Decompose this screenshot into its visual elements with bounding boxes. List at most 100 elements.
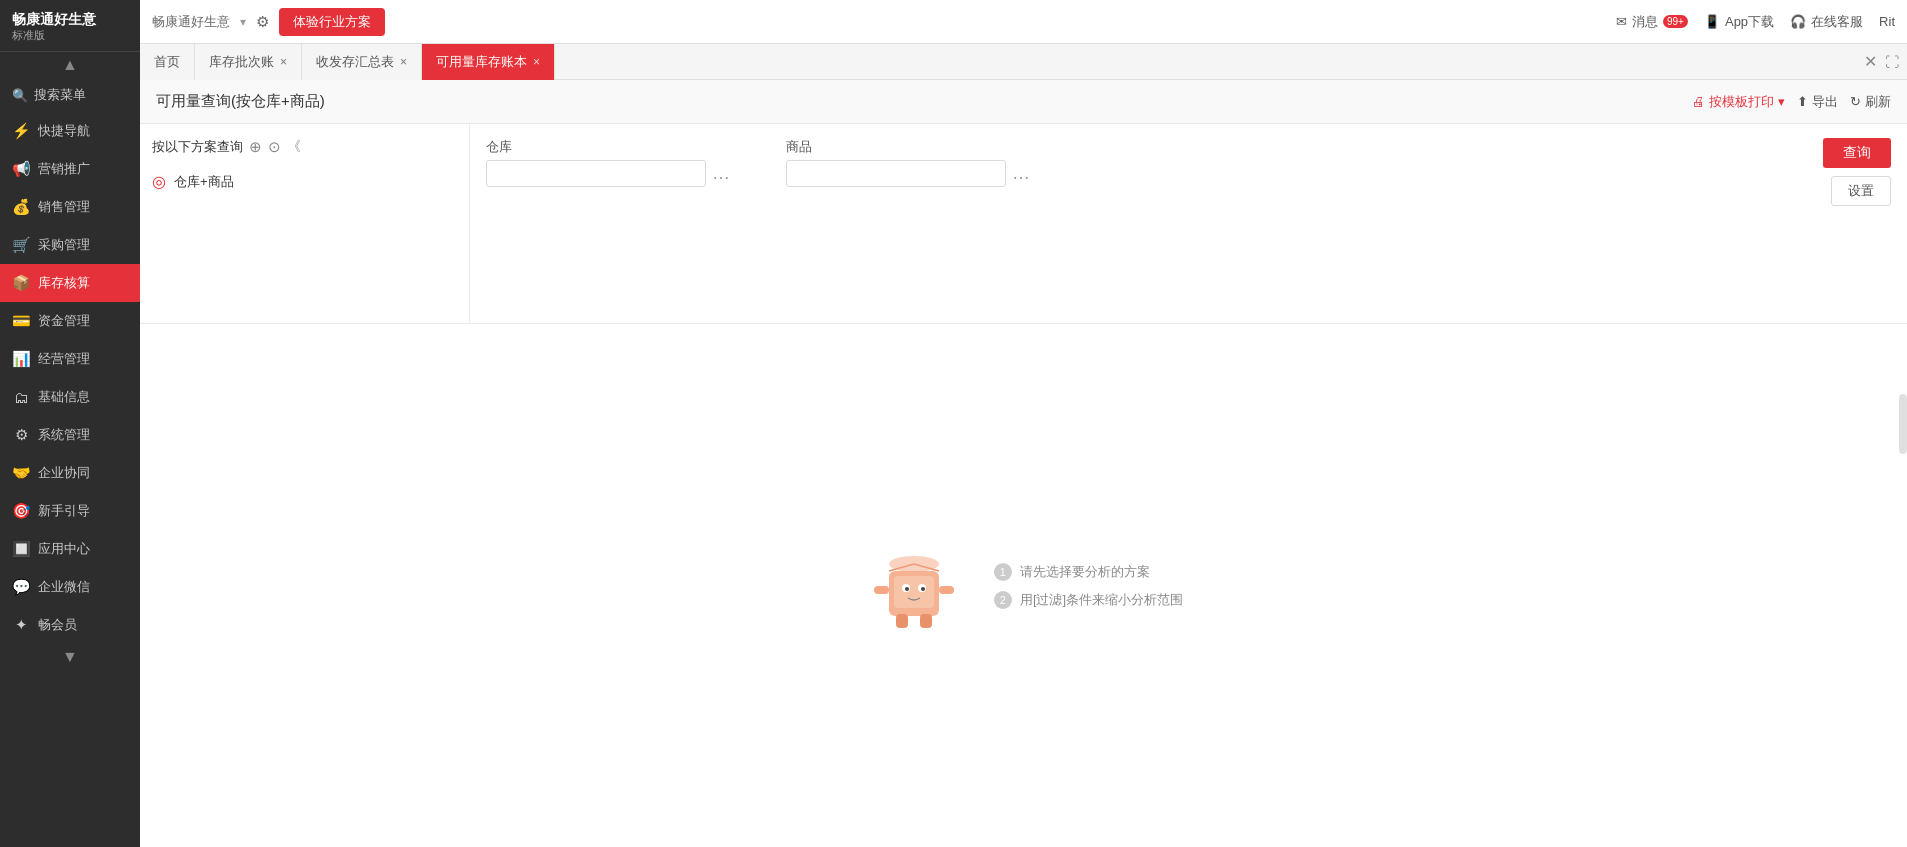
brand-name: 畅康通好生意 — [12, 10, 128, 28]
empty-tip-2: 2 用[过滤]条件来缩小分析范围 — [994, 591, 1183, 609]
sidebar-item-label: 经营管理 — [38, 350, 90, 368]
search-label: 搜索菜单 — [34, 86, 86, 104]
scheme-add-icon[interactable]: ⊕ — [249, 138, 262, 156]
right-scroll-indicator[interactable] — [1899, 394, 1907, 454]
message-btn[interactable]: ✉ 消息 99+ — [1616, 13, 1688, 31]
search-icon: 🔍 — [12, 88, 28, 103]
sidebar-item-weixin[interactable]: 💬 企业微信 — [0, 568, 140, 606]
tabs-bar-right: ✕ ⛶ — [1864, 52, 1907, 71]
sidebar-scroll-down[interactable]: ▼ — [0, 644, 140, 670]
sidebar-item-label: 营销推广 — [38, 160, 90, 178]
svg-rect-1 — [894, 576, 934, 608]
sidebar-item-operations[interactable]: 📊 经营管理 — [0, 340, 140, 378]
sidebar-item-purchase[interactable]: 🛒 采购管理 — [0, 226, 140, 264]
mobile-icon: 📱 — [1704, 14, 1720, 29]
quick-nav-icon: ⚡ — [12, 122, 30, 140]
export-btn[interactable]: ⬆ 导出 — [1797, 93, 1838, 111]
operations-icon: 📊 — [12, 350, 30, 368]
tab-collect-summary-label: 收发存汇总表 — [316, 53, 394, 71]
main-content-body: 按以下方案查询 ⊕ ⊙ 《 ◎ 仓库+商品 仓库 — [140, 124, 1907, 847]
sidebar-item-quick-nav[interactable]: ⚡ 快捷导航 — [0, 112, 140, 150]
sidebar-item-sales[interactable]: 💰 销售管理 — [0, 188, 140, 226]
tabs-bar: 首页 库存批次账 × 收发存汇总表 × 可用量库存账本 × ✕ ⛶ — [140, 44, 1907, 80]
headset-icon: 🎧 — [1790, 14, 1806, 29]
sidebar-item-basic[interactable]: 🗂 基础信息 — [0, 378, 140, 416]
sidebar-item-appstore[interactable]: 🔲 应用中心 — [0, 530, 140, 568]
sidebar-item-label: 企业协同 — [38, 464, 90, 482]
trial-btn[interactable]: 体验行业方案 — [279, 8, 385, 36]
sidebar-item-system[interactable]: ⚙ 系统管理 — [0, 416, 140, 454]
tip-text-1: 请先选择要分析的方案 — [1020, 563, 1150, 581]
purchase-icon: 🛒 — [12, 236, 30, 254]
tip-num-2: 2 — [994, 591, 1012, 609]
online-service-btn[interactable]: 🎧 在线客服 — [1790, 13, 1863, 31]
sidebar-item-label: 销售管理 — [38, 198, 90, 216]
scheme-panel: 按以下方案查询 ⊕ ⊙ 《 ◎ 仓库+商品 — [140, 124, 470, 323]
user-label[interactable]: Rit — [1879, 14, 1895, 29]
sidebar-item-label: 资金管理 — [38, 312, 90, 330]
sidebar-item-finance[interactable]: 💳 资金管理 — [0, 302, 140, 340]
sidebar-item-label: 畅会员 — [38, 616, 77, 634]
tab-collect-summary[interactable]: 收发存汇总表 × — [302, 44, 422, 80]
tab-available-ledger[interactable]: 可用量库存账本 × — [422, 44, 555, 80]
sidebar-item-label: 系统管理 — [38, 426, 90, 444]
filter-fields: 仓库 … 商品 … — [470, 124, 1807, 323]
tabs-expand-icon[interactable]: ⛶ — [1885, 54, 1899, 70]
message-badge: 99+ — [1663, 15, 1688, 28]
sidebar-item-enterprise[interactable]: 🤝 企业协同 — [0, 454, 140, 492]
goods-filter-label: 商品 — [786, 138, 1066, 156]
sidebar-scroll-up[interactable]: ▲ — [0, 52, 140, 78]
app-download-label: App下载 — [1725, 13, 1774, 31]
query-buttons: 查询 设置 — [1807, 124, 1907, 323]
sidebar-item-label: 应用中心 — [38, 540, 90, 558]
empty-tip-1: 1 请先选择要分析的方案 — [994, 563, 1183, 581]
scheme-item-warehouse-goods[interactable]: ◎ 仓库+商品 — [140, 164, 469, 199]
goods-more-icon[interactable]: … — [1010, 161, 1032, 186]
basic-icon: 🗂 — [12, 388, 30, 406]
goods-filter-group: 商品 … — [786, 138, 1066, 187]
app-download-btn[interactable]: 📱 App下载 — [1704, 13, 1774, 31]
sidebar-item-vip[interactable]: ✦ 畅会员 — [0, 606, 140, 644]
sidebar-item-newbie[interactable]: 🎯 新手引导 — [0, 492, 140, 530]
svg-rect-8 — [896, 614, 908, 628]
tab-available-ledger-label: 可用量库存账本 — [436, 53, 527, 71]
system-icon: ⚙ — [12, 426, 30, 444]
export-icon: ⬆ — [1797, 94, 1808, 109]
goods-input[interactable] — [786, 160, 1006, 187]
sidebar-item-label: 新手引导 — [38, 502, 90, 520]
sidebar-item-label: 采购管理 — [38, 236, 90, 254]
sidebar-item-inventory[interactable]: 📦 库存核算 — [0, 264, 140, 302]
warehouse-more-icon[interactable]: … — [710, 161, 732, 186]
scheme-collapse-icon[interactable]: 《 — [287, 138, 301, 156]
settings-btn[interactable]: 设置 — [1831, 176, 1891, 206]
tabs-close-all-icon[interactable]: ✕ — [1864, 52, 1877, 71]
refresh-btn[interactable]: ↻ 刷新 — [1850, 93, 1891, 111]
enterprise-icon: 🤝 — [12, 464, 30, 482]
workspace-chevron-icon[interactable]: ▾ — [240, 15, 246, 29]
tab-batch-account-close-icon[interactable]: × — [280, 55, 287, 69]
gear-icon[interactable]: ⚙ — [254, 11, 271, 33]
marketing-icon: 📢 — [12, 160, 30, 178]
sidebar-item-label: 企业微信 — [38, 578, 90, 596]
vip-icon: ✦ — [12, 616, 30, 634]
sidebar-item-label: 库存核算 — [38, 274, 90, 292]
tab-home[interactable]: 首页 — [140, 44, 195, 80]
svg-rect-9 — [920, 614, 932, 628]
empty-illustration — [864, 536, 964, 636]
svg-point-12 — [889, 556, 939, 572]
tab-batch-account[interactable]: 库存批次账 × — [195, 44, 302, 80]
inventory-icon: 📦 — [12, 274, 30, 292]
scheme-header: 按以下方案查询 ⊕ ⊙ 《 — [140, 134, 469, 164]
scheme-settings-icon[interactable]: ⊙ — [268, 138, 281, 156]
sidebar-item-marketing[interactable]: 📢 营销推广 — [0, 150, 140, 188]
warehouse-input[interactable] — [486, 160, 706, 187]
printer-icon: 🖨 — [1692, 94, 1705, 109]
tab-available-ledger-close-icon[interactable]: × — [533, 55, 540, 69]
workspace-label: 畅康通好生意 — [152, 13, 232, 31]
message-label: 消息 — [1632, 13, 1658, 31]
sidebar-search[interactable]: 🔍 搜索菜单 — [0, 78, 140, 112]
template-print-btn[interactable]: 🖨 按模板打印 ▾ — [1692, 93, 1785, 111]
query-btn[interactable]: 查询 — [1823, 138, 1891, 168]
warehouse-filter-label: 仓库 — [486, 138, 766, 156]
tab-collect-summary-close-icon[interactable]: × — [400, 55, 407, 69]
